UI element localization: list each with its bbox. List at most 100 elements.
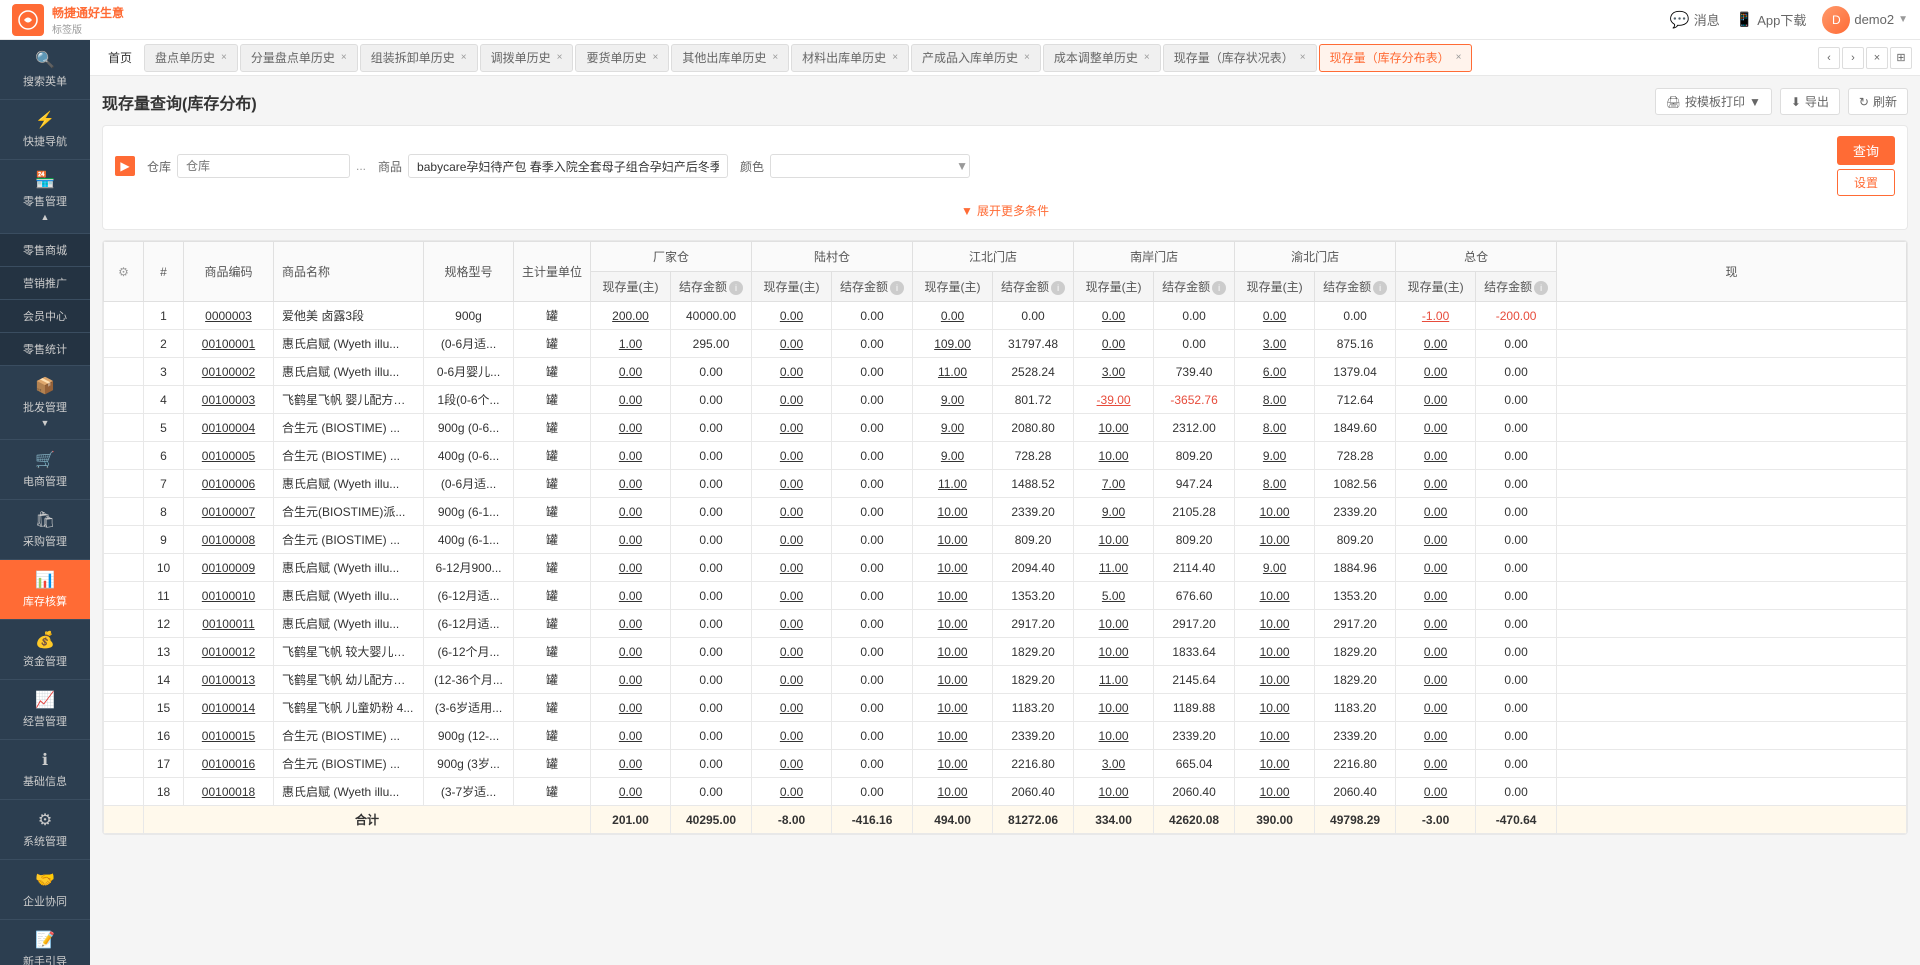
th-nanan-current: 现存量(主) <box>1074 272 1154 302</box>
summary-lucun-current: -8.00 <box>752 806 832 834</box>
cell-index: 15 <box>144 694 184 722</box>
tab-requisition[interactable]: 要货单历史 × <box>575 44 669 72</box>
table-row: 17 00100016 合生元 (BIOSTIME) ... 900g (3岁.… <box>104 750 1907 778</box>
cell-unit: 罐 <box>514 470 591 498</box>
app-download-btn[interactable]: 📱 App下载 <box>1736 10 1807 29</box>
sidebar-item-retail[interactable]: 🏪 零售管理 ▲ <box>0 160 90 234</box>
nav-prev[interactable]: ‹ <box>1818 47 1840 69</box>
sidebar-item-operations[interactable]: 📈 经营管理 <box>0 680 90 740</box>
cell-changjia-money: 0.00 <box>671 442 752 470</box>
warehouse-dots[interactable]: ... <box>356 159 366 173</box>
cell-jiangbei-current: 10.00 <box>913 638 993 666</box>
cell-total-money: 0.00 <box>1476 442 1557 470</box>
info-icon-2[interactable]: i <box>890 281 904 295</box>
cell-total-current: 0.00 <box>1396 470 1476 498</box>
cell-nanan-money: 739.40 <box>1154 358 1235 386</box>
sidebar-item-collab[interactable]: 🤝 企业协同 <box>0 860 90 920</box>
nav-close[interactable]: × <box>1866 47 1888 69</box>
info-icon-1[interactable]: i <box>729 281 743 295</box>
inventory-table: ⚙ # 商品编码 商品名称 规格型号 主计量单位 厂家仓 陆村仓 江北门店 南岸… <box>103 241 1907 834</box>
sidebar-item-search[interactable]: 🔍 搜索英单 <box>0 40 90 100</box>
sidebar-item-ecommerce[interactable]: 🛒 电商管理 <box>0 440 90 500</box>
tab-transfer[interactable]: 调拨单历史 × <box>480 44 574 72</box>
cell-name: 惠氏启赋 (Wyeth illu... <box>274 778 424 806</box>
sidebar-item-retail-stats[interactable]: 零售统计 <box>0 333 90 366</box>
setting-btn[interactable]: 设置 <box>1837 169 1895 196</box>
settings-gear-icon[interactable]: ⚙ <box>114 262 134 282</box>
search-btn[interactable]: 查询 <box>1837 136 1895 165</box>
cell-name: 惠氏启赋 (Wyeth illu... <box>274 554 424 582</box>
sidebar-item-inventory[interactable]: 📊 库存核算 <box>0 560 90 620</box>
user-avatar[interactable]: D demo2 ▼ <box>1822 6 1908 34</box>
cell-lucun-money: 0.00 <box>832 526 913 554</box>
cell-lucun-money: 0.00 <box>832 750 913 778</box>
cell-extra <box>1557 442 1907 470</box>
cell-yubei-current: 10.00 <box>1235 638 1315 666</box>
cell-nanan-money: 809.20 <box>1154 526 1235 554</box>
info-icon-3[interactable]: i <box>1051 281 1065 295</box>
tab-stock-distribution[interactable]: 现存量（库存分布表） × <box>1319 44 1473 72</box>
th-lucun: 陆村仓 <box>752 242 913 272</box>
cell-name: 飞鹤星飞帆 较大婴儿配... <box>274 638 424 666</box>
cell-total-current: 0.00 <box>1396 694 1476 722</box>
cell-changjia-current: 0.00 <box>591 358 671 386</box>
cell-nanan-current: 10.00 <box>1074 442 1154 470</box>
cell-yubei-money: 1353.20 <box>1315 582 1396 610</box>
sidebar-item-retail-mall[interactable]: 零售商城 <box>0 234 90 267</box>
cell-code: 00100013 <box>184 666 274 694</box>
cell-yubei-money: 1082.56 <box>1315 470 1396 498</box>
cell-extra <box>1557 666 1907 694</box>
tab-partial-stocktake[interactable]: 分量盘点单历史 × <box>240 44 358 72</box>
filter-toggle-btn[interactable]: ▶ <box>115 156 135 176</box>
tab-cost-adjust[interactable]: 成本调整单历史 × <box>1043 44 1161 72</box>
info-icon-6[interactable]: i <box>1534 281 1548 295</box>
cell-spec: (12-36个月... <box>424 666 514 694</box>
table-wrapper: ⚙ # 商品编码 商品名称 规格型号 主计量单位 厂家仓 陆村仓 江北门店 南岸… <box>102 240 1908 835</box>
messages-btn[interactable]: 💬 消息 <box>1670 10 1720 30</box>
summary-nanan-current: 334.00 <box>1074 806 1154 834</box>
sidebar-item-wholesale[interactable]: 📦 批发管理 ▼ <box>0 366 90 440</box>
color-dropdown-icon[interactable]: ▼ <box>956 159 968 173</box>
sidebar-item-member[interactable]: 会员中心 <box>0 300 90 333</box>
th-spec: 规格型号 <box>424 242 514 302</box>
tab-stocktake-history[interactable]: 盘点单历史 × <box>144 44 238 72</box>
sidebar-item-basics[interactable]: ℹ 基础信息 <box>0 740 90 800</box>
cell-lucun-current: 0.00 <box>752 638 832 666</box>
refresh-btn[interactable]: ↻ 刷新 <box>1848 88 1908 115</box>
cell-index: 4 <box>144 386 184 414</box>
color-input[interactable] <box>770 154 970 178</box>
tab-finished-goods[interactable]: 产成品入库单历史 × <box>911 44 1041 72</box>
sidebar-item-quicknav[interactable]: ⚡ 快捷导航 <box>0 100 90 160</box>
tab-other-outbound[interactable]: 其他出库单历史 × <box>671 44 789 72</box>
tab-assembly[interactable]: 组装拆卸单历史 × <box>360 44 478 72</box>
sidebar-item-marketing[interactable]: 营销推广 <box>0 267 90 300</box>
cell-unit: 罐 <box>514 330 591 358</box>
tab-home[interactable]: 首页 <box>98 44 142 72</box>
cell-lucun-money: 0.00 <box>832 554 913 582</box>
tab-material-outbound[interactable]: 材料出库单历史 × <box>791 44 909 72</box>
cell-name: 飞鹤星飞帆 儿童奶粉 4... <box>274 694 424 722</box>
info-icon-5[interactable]: i <box>1373 281 1387 295</box>
warehouse-input[interactable] <box>177 154 350 178</box>
goods-input[interactable] <box>408 154 728 178</box>
tab-stock-status[interactable]: 现存量（库存状况表） × <box>1163 44 1317 72</box>
sidebar-item-guide[interactable]: 📝 新手引导 <box>0 920 90 965</box>
cell-spec: (6-12月适... <box>424 582 514 610</box>
sidebar-item-finance[interactable]: 💰 资金管理 <box>0 620 90 680</box>
cell-name: 爱他美 卤露3段 <box>274 302 424 330</box>
nav-expand[interactable]: ⊞ <box>1890 47 1912 69</box>
print-btn[interactable]: 🖨 按模板打印 ▼ <box>1655 88 1772 115</box>
cell-spec: (6-12个月... <box>424 638 514 666</box>
main-content: 现存量查询(库存分布) 🖨 按模板打印 ▼ ⬇ 导出 ↻ 刷新 ▶ 仓库 . <box>90 76 1920 965</box>
cell-nanan-current: 10.00 <box>1074 638 1154 666</box>
sidebar-item-purchase[interactable]: 🛍 采购管理 <box>0 500 90 560</box>
export-btn[interactable]: ⬇ 导出 <box>1780 88 1840 115</box>
cell-index: 6 <box>144 442 184 470</box>
cell-total-current: 0.00 <box>1396 778 1476 806</box>
nav-next[interactable]: › <box>1842 47 1864 69</box>
sidebar-item-system[interactable]: ⚙ 系统管理 <box>0 800 90 860</box>
cell-jiangbei-current: 10.00 <box>913 778 993 806</box>
filter-expand-btn[interactable]: ▼ 展开更多条件 <box>961 202 1049 219</box>
info-icon-4[interactable]: i <box>1212 281 1226 295</box>
cell-unit: 罐 <box>514 442 591 470</box>
